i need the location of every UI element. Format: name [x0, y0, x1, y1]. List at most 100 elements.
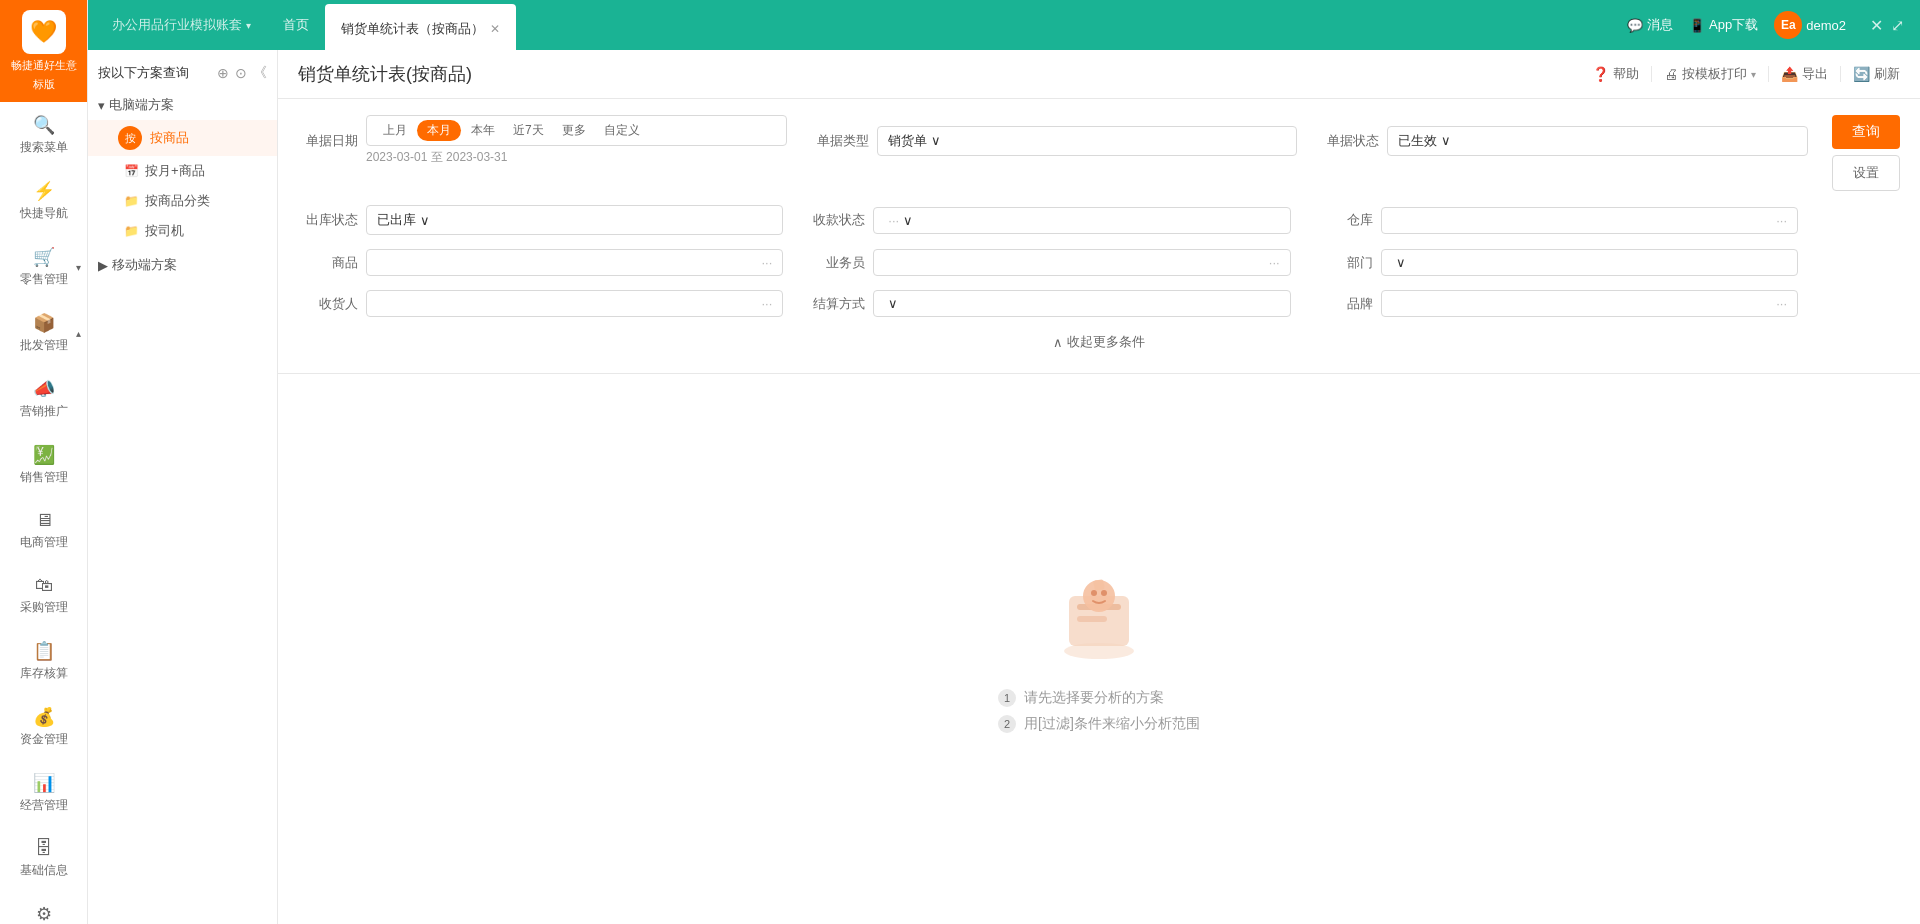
maximize-window-icon[interactable]: ⤢ — [1891, 16, 1904, 35]
collapse-filters-button[interactable]: ∧ 收起更多条件 — [298, 327, 1900, 357]
tab-close-icon[interactable]: ✕ — [490, 22, 500, 36]
purchase-icon: 🛍 — [35, 575, 53, 596]
stock-status-select[interactable]: 已出库 ∨ — [366, 205, 783, 235]
page-title: 销货单统计表(按商品) — [298, 62, 472, 86]
system-icon: ⚙ — [36, 903, 52, 924]
doc-type-control: 销货单 ∨ — [877, 126, 1298, 156]
tree-item-by-goods[interactable]: 按 按商品 — [88, 120, 277, 156]
by-driver-label: 按司机 — [145, 222, 184, 240]
payment-status-cell: 收款状态 ··· ∨ — [805, 205, 1302, 235]
brand-select[interactable]: ··· — [1381, 290, 1798, 317]
salesman-more-icon: ··· — [1269, 255, 1280, 270]
print-button[interactable]: 🖨 按模板打印 ▾ — [1664, 65, 1756, 83]
account-switcher[interactable]: 办公用品行业模拟账套 ▾ — [104, 16, 259, 34]
shortcut-more[interactable]: 更多 — [554, 120, 594, 141]
warehouse-select[interactable]: ··· — [1381, 207, 1798, 234]
svg-rect-7 — [1093, 579, 1105, 591]
shortcut-7days[interactable]: 近7天 — [505, 120, 552, 141]
marketing-icon: 📣 — [33, 378, 55, 400]
shortcut-custom[interactable]: 自定义 — [596, 120, 648, 141]
add-scheme-icon[interactable]: ⊕ — [217, 65, 229, 81]
tree-section-desktop[interactable]: ▾ 电脑端方案 — [88, 90, 277, 120]
payment-status-label: 收款状态 — [805, 211, 873, 229]
collapse-panel-icon[interactable]: 《 — [253, 64, 267, 82]
query-button[interactable]: 查询 — [1832, 115, 1900, 149]
payment-more-icon: ··· — [888, 213, 899, 228]
brand-cell: 品牌 ··· — [1313, 290, 1810, 317]
svg-rect-3 — [1077, 616, 1107, 622]
divider-2 — [1768, 66, 1769, 82]
sidebar-item-search[interactable]: 🔍 搜索菜单 — [0, 102, 87, 168]
filter-row-3: 商品 ··· 业务员 ··· — [298, 249, 1900, 276]
left-panel-header: 按以下方案查询 ⊕ ⊙ 《 — [88, 60, 277, 90]
tree-section-mobile[interactable]: ▶ 移动端方案 — [88, 250, 277, 280]
salesman-select[interactable]: ··· — [873, 249, 1290, 276]
shortcut-last-month[interactable]: 上月 — [375, 120, 415, 141]
sidebar-item-wholesale[interactable]: 📦 批发管理 ▴ — [0, 300, 87, 366]
salesman-cell: 业务员 ··· — [805, 249, 1302, 276]
settings-button[interactable]: 设置 — [1832, 155, 1900, 191]
doc-status-select[interactable]: 已生效 ∨ — [1387, 126, 1808, 156]
sidebar-item-inventory[interactable]: 📋 库存核算 — [0, 628, 87, 694]
sidebar-item-marketing[interactable]: 📣 营销推广 — [0, 366, 87, 432]
sidebar-item-quick[interactable]: ⚡ 快捷导航 — [0, 168, 87, 234]
month-goods-icon: 📅 — [124, 164, 139, 178]
payment-status-select[interactable]: ··· ∨ — [873, 207, 1290, 234]
goods-select[interactable]: ··· — [366, 249, 783, 276]
dept-select[interactable]: ∨ — [1381, 249, 1798, 276]
user-avatar: Ea — [1774, 11, 1802, 39]
sales-icon: 💹 — [33, 444, 55, 466]
payment-status-control: ··· ∨ — [873, 207, 1290, 234]
sidebar-item-operations[interactable]: 📊 经营管理 — [0, 760, 87, 826]
goods-cell: 商品 ··· — [298, 249, 795, 276]
sidebar-item-purchase[interactable]: 🛍 采购管理 — [0, 563, 87, 628]
sidebar-item-finance[interactable]: 💰 资金管理 — [0, 694, 87, 760]
sidebar-nav: 🔍 搜索菜单 ⚡ 快捷导航 🛒 零售管理 ▾ 📦 批发管理 ▴ 📣 营销推广 💹… — [0, 102, 87, 924]
user-profile[interactable]: Ea demo2 — [1774, 11, 1846, 39]
tree-item-by-driver[interactable]: 📁 按司机 — [88, 216, 277, 246]
warehouse-label: 仓库 — [1313, 211, 1381, 229]
tab-home[interactable]: 首页 — [267, 0, 325, 50]
consignee-more-icon: ··· — [761, 296, 772, 311]
message-label: 消息 — [1647, 16, 1673, 34]
finance-icon: 💰 — [33, 706, 55, 728]
app-download-button[interactable]: 📱 App下载 — [1689, 16, 1758, 34]
tree-item-by-category[interactable]: 📁 按商品分类 — [88, 186, 277, 216]
filter-row-2: 出库状态 已出库 ∨ 收款状态 — [298, 205, 1900, 235]
shortcut-this-year[interactable]: 本年 — [463, 120, 503, 141]
help-button[interactable]: ❓ 帮助 — [1592, 65, 1639, 83]
desktop-section-label: 电脑端方案 — [109, 96, 174, 114]
settlement-select[interactable]: ∨ — [873, 290, 1290, 317]
export-button[interactable]: 📤 导出 — [1781, 65, 1828, 83]
sidebar-item-basic[interactable]: 🗄 基础信息 — [0, 826, 87, 891]
message-button[interactable]: 💬 消息 — [1627, 16, 1673, 34]
print-label: 按模板打印 — [1682, 65, 1747, 83]
sidebar-item-sales[interactable]: 💹 销售管理 — [0, 432, 87, 498]
sidebar-item-ecommerce[interactable]: 🖥 电商管理 — [0, 498, 87, 563]
tree-item-by-month-goods[interactable]: 📅 按月+商品 — [88, 156, 277, 186]
settlement-dropdown-icon: ∨ — [888, 296, 898, 311]
panel-title: 按以下方案查询 — [98, 64, 189, 82]
tab-sales-stats[interactable]: 销货单统计表（按商品） ✕ — [325, 4, 516, 54]
right-panel: 销货单统计表(按商品) ❓ 帮助 🖨 按模板打印 ▾ 📤 — [278, 50, 1920, 924]
doc-status-dropdown-icon: ∨ — [1441, 133, 1451, 148]
export-label: 导出 — [1802, 65, 1828, 83]
close-window-icon[interactable]: ✕ — [1870, 16, 1883, 35]
sidebar-item-retail[interactable]: 🛒 零售管理 ▾ — [0, 234, 87, 300]
logo[interactable]: 🧡 畅捷通好生意 标版 — [0, 0, 87, 102]
by-month-goods-label: 按月+商品 — [145, 162, 205, 180]
payment-dropdown-icon: ∨ — [903, 213, 913, 228]
active-tab-label: 销货单统计表（按商品） — [341, 20, 484, 38]
svg-point-6 — [1101, 590, 1107, 596]
shortcut-this-month[interactable]: 本月 — [417, 120, 461, 141]
settings-scheme-icon[interactable]: ⊙ — [235, 65, 247, 81]
sidebar-item-system[interactable]: ⚙ 系统管理 — [0, 891, 87, 924]
refresh-button[interactable]: 🔄 刷新 — [1853, 65, 1900, 83]
mobile-section-label: 移动端方案 — [112, 256, 177, 274]
doc-type-select[interactable]: 销货单 ∨ — [877, 126, 1298, 156]
retail-expand-icon: ▾ — [76, 262, 81, 273]
stock-status-label: 出库状态 — [298, 211, 366, 229]
collapse-up-icon: ∧ — [1053, 335, 1063, 350]
consignee-select[interactable]: ··· — [366, 290, 783, 317]
divider-3 — [1840, 66, 1841, 82]
